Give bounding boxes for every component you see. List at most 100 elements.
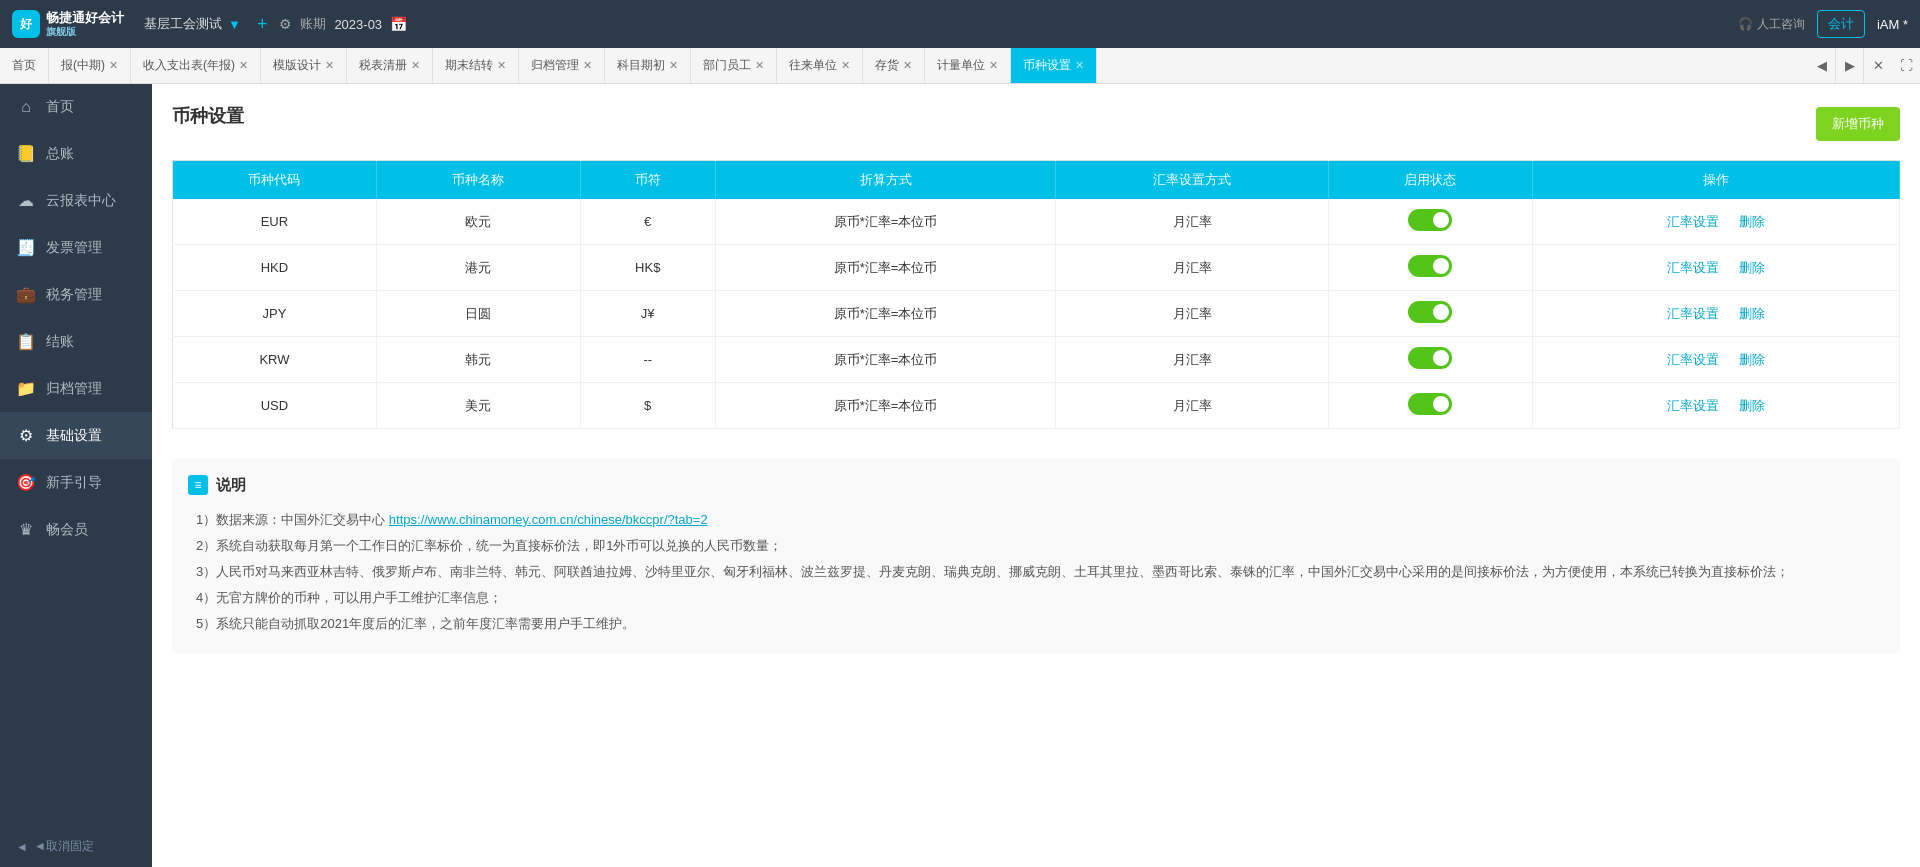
toggle-switch[interactable]: [1408, 209, 1452, 231]
sidebar-item-invoice-label: 发票管理: [46, 239, 102, 257]
rate-settings-link[interactable]: 汇率设置: [1667, 214, 1719, 229]
new-currency-button[interactable]: 新增币种: [1816, 107, 1900, 141]
tab-unit[interactable]: 计量单位 ✕: [925, 48, 1011, 84]
rate-settings-link[interactable]: 汇率设置: [1667, 260, 1719, 275]
tab-archive-label: 归档管理: [531, 57, 579, 74]
delete-link[interactable]: 删除: [1739, 398, 1765, 413]
tab-prev-button[interactable]: ◀: [1808, 48, 1836, 84]
tab-expand-button[interactable]: ⛶: [1892, 48, 1920, 84]
cell-code: EUR: [173, 199, 377, 245]
tab-currency-close[interactable]: ✕: [1075, 59, 1084, 72]
tab-contacts[interactable]: 往来单位 ✕: [777, 48, 863, 84]
sidebar-item-archive[interactable]: 📁 归档管理: [0, 365, 152, 412]
logo-text: 畅捷通好会计 旗舰版: [46, 10, 124, 38]
notes-link[interactable]: https://www.chinamoney.com.cn/chinese/bk…: [389, 512, 708, 527]
header-right: 🎧 人工咨询 会计 iAM *: [1738, 10, 1908, 38]
tab-dept-staff-close[interactable]: ✕: [755, 59, 764, 72]
cell-symbol: J¥: [580, 291, 715, 337]
tab-archive[interactable]: 归档管理 ✕: [519, 48, 605, 84]
calendar-icon[interactable]: 📅: [390, 16, 407, 32]
sidebar-item-settings[interactable]: ⚙ 基础设置: [0, 412, 152, 459]
delete-link[interactable]: 删除: [1739, 260, 1765, 275]
notes-item: 3）人民币对马来西亚林吉特、俄罗斯卢布、南非兰特、韩元、阿联酋迪拉姆、沙特里亚尔…: [196, 559, 1884, 585]
toggle-switch[interactable]: [1408, 393, 1452, 415]
tab-subject-init-label: 科目期初: [617, 57, 665, 74]
tab-period-close-label: 期末结转: [445, 57, 493, 74]
tab-template-close[interactable]: ✕: [325, 59, 334, 72]
cell-status[interactable]: [1329, 383, 1533, 429]
tab-currency[interactable]: 币种设置 ✕: [1011, 48, 1097, 84]
period-value: 2023-03: [334, 17, 382, 32]
tab-tax-list[interactable]: 税表清册 ✕: [347, 48, 433, 84]
toggle-switch[interactable]: [1408, 301, 1452, 323]
tab-template[interactable]: 模版设计 ✕: [261, 48, 347, 84]
tab-archive-close[interactable]: ✕: [583, 59, 592, 72]
tab-report-mid[interactable]: 报(中期) ✕: [49, 48, 131, 84]
sidebar-item-home[interactable]: ⌂ 首页: [0, 84, 152, 130]
period-label: 账期: [300, 15, 326, 33]
table-row: USD 美元 $ 原币*汇率=本位币 月汇率 汇率设置 删除: [173, 383, 1900, 429]
title-row: 币种设置 新增币种: [172, 104, 1900, 144]
sidebar-item-ledger[interactable]: 📒 总账: [0, 130, 152, 177]
notes-icon: ≡: [188, 475, 208, 495]
tab-tax-list-close[interactable]: ✕: [411, 59, 420, 72]
col-actions: 操作: [1532, 161, 1899, 200]
sidebar-item-tax[interactable]: 💼 税务管理: [0, 271, 152, 318]
cell-code: JPY: [173, 291, 377, 337]
rate-settings-link[interactable]: 汇率设置: [1667, 352, 1719, 367]
tab-period-close-close[interactable]: ✕: [497, 59, 506, 72]
tab-inventory[interactable]: 存货 ✕: [863, 48, 925, 84]
cell-conversion: 原币*汇率=本位币: [715, 291, 1056, 337]
tab-income-annual-label: 收入支出表(年报): [143, 57, 235, 74]
sidebar-item-invoice[interactable]: 🧾 发票管理: [0, 224, 152, 271]
account-button[interactable]: 会计: [1817, 10, 1865, 38]
cell-conversion: 原币*汇率=本位币: [715, 383, 1056, 429]
page-title: 币种设置: [172, 104, 244, 128]
col-conversion: 折算方式: [715, 161, 1056, 200]
sidebar-item-checkout[interactable]: 📋 结账: [0, 318, 152, 365]
col-symbol: 币符: [580, 161, 715, 200]
sidebar-pin-toggle[interactable]: ◄ ◄取消固定: [0, 826, 152, 867]
sidebar-item-guide-label: 新手引导: [46, 474, 102, 492]
service-button[interactable]: 🎧 人工咨询: [1738, 16, 1805, 33]
settings-icon[interactable]: ⚙: [279, 16, 292, 32]
logo-icon: 好: [12, 10, 40, 38]
tab-subject-init-close[interactable]: ✕: [669, 59, 678, 72]
tab-subject-init[interactable]: 科目期初 ✕: [605, 48, 691, 84]
delete-link[interactable]: 删除: [1739, 214, 1765, 229]
tab-home[interactable]: 首页: [0, 48, 49, 84]
delete-link[interactable]: 删除: [1739, 306, 1765, 321]
tab-close-all-button[interactable]: ✕: [1864, 48, 1892, 84]
sidebar-item-settings-label: 基础设置: [46, 427, 102, 445]
add-company-button[interactable]: +: [253, 14, 272, 35]
cell-status[interactable]: [1329, 245, 1533, 291]
sidebar-item-member[interactable]: ♛ 畅会员: [0, 506, 152, 553]
tab-unit-close[interactable]: ✕: [989, 59, 998, 72]
cell-status[interactable]: [1329, 291, 1533, 337]
tab-next-button[interactable]: ▶: [1836, 48, 1864, 84]
toggle-knob: [1433, 304, 1449, 320]
tab-income-annual[interactable]: 收入支出表(年报) ✕: [131, 48, 261, 84]
content-area: 币种设置 新增币种 币种代码 币种名称 币符 折算方式 汇率设置方式 启用状态 …: [152, 84, 1920, 867]
cell-status[interactable]: [1329, 199, 1533, 245]
tab-bar: 首页 报(中期) ✕ 收入支出表(年报) ✕ 模版设计 ✕ 税表清册 ✕ 期末结…: [0, 48, 1920, 84]
table-row: JPY 日圆 J¥ 原币*汇率=本位币 月汇率 汇率设置 删除: [173, 291, 1900, 337]
tab-period-close[interactable]: 期末结转 ✕: [433, 48, 519, 84]
cell-name: 欧元: [376, 199, 580, 245]
top-header: 好 畅捷通好会计 旗舰版 基层工会测试 ▼ + ⚙ 账期 2023-03 📅 🎧…: [0, 0, 1920, 48]
sidebar-item-checkout-label: 结账: [46, 333, 74, 351]
company-selector[interactable]: 基层工会测试 ▼: [144, 15, 241, 33]
tab-report-mid-close[interactable]: ✕: [109, 59, 118, 72]
tab-income-annual-close[interactable]: ✕: [239, 59, 248, 72]
delete-link[interactable]: 删除: [1739, 352, 1765, 367]
rate-settings-link[interactable]: 汇率设置: [1667, 398, 1719, 413]
tab-inventory-close[interactable]: ✕: [903, 59, 912, 72]
toggle-switch[interactable]: [1408, 347, 1452, 369]
cell-status[interactable]: [1329, 337, 1533, 383]
sidebar-item-reports[interactable]: ☁ 云报表中心: [0, 177, 152, 224]
toggle-switch[interactable]: [1408, 255, 1452, 277]
tab-contacts-close[interactable]: ✕: [841, 59, 850, 72]
rate-settings-link[interactable]: 汇率设置: [1667, 306, 1719, 321]
tab-dept-staff[interactable]: 部门员工 ✕: [691, 48, 777, 84]
sidebar-item-guide[interactable]: 🎯 新手引导: [0, 459, 152, 506]
